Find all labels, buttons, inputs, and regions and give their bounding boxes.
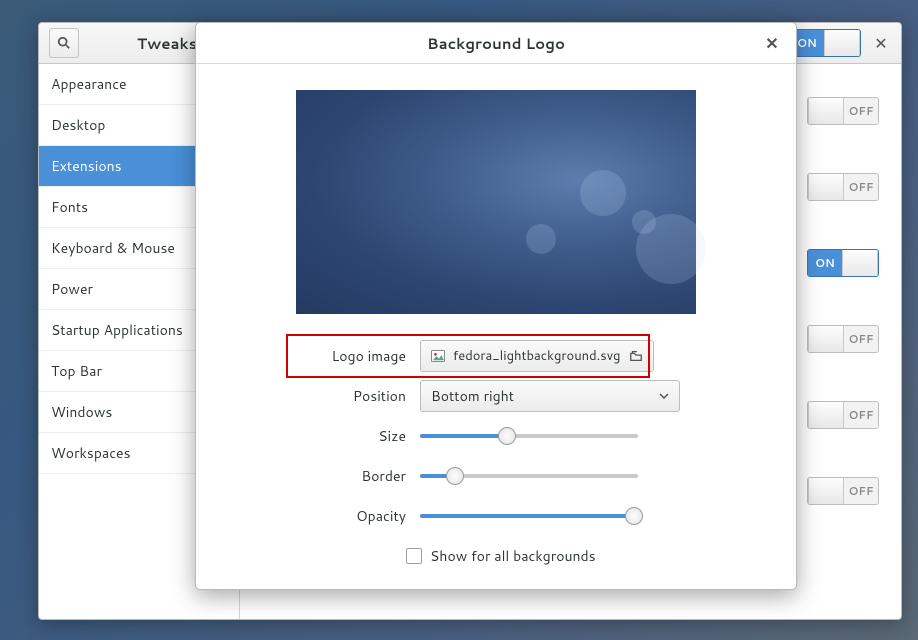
- sidebar-item-label: Extensions: [51, 156, 122, 176]
- border-label: Border: [266, 466, 420, 486]
- extension-toggle[interactable]: OFF: [807, 97, 879, 125]
- sidebar-item-label: Appearance: [51, 74, 127, 94]
- border-slider[interactable]: [420, 468, 638, 484]
- extension-toggle[interactable]: ON: [807, 249, 879, 277]
- dialog-body: Logo image fedora_lightbackground.svg Po…: [196, 64, 796, 576]
- toggle-off-label: OFF: [844, 326, 878, 352]
- sidebar-item-label: Workspaces: [51, 443, 131, 463]
- open-file-icon: [629, 349, 643, 363]
- toggle-off-label: OFF: [844, 98, 878, 124]
- dialog-close-button[interactable]: ✕: [758, 23, 786, 63]
- search-button[interactable]: [49, 28, 79, 58]
- dialog-title: Background Logo: [427, 33, 565, 54]
- toggle-knob: [824, 30, 860, 56]
- extension-toggle[interactable]: OFF: [807, 325, 879, 353]
- window-close-button[interactable]: ✕: [867, 29, 895, 57]
- opacity-row: Opacity: [266, 496, 726, 536]
- sidebar-item-label: Power: [51, 279, 93, 299]
- sidebar-item-label: Windows: [51, 402, 112, 422]
- sidebar-item-label: Desktop: [51, 115, 105, 135]
- show-all-row: Show for all backgrounds: [266, 536, 726, 576]
- position-row: Position Bottom right: [266, 376, 726, 416]
- dialog-form: Logo image fedora_lightbackground.svg Po…: [266, 336, 726, 576]
- toggle-off-label: OFF: [844, 174, 878, 200]
- master-toggle[interactable]: ON OFF: [789, 29, 861, 57]
- slider-thumb[interactable]: [498, 427, 516, 445]
- size-label: Size: [266, 426, 420, 446]
- close-icon: ✕: [874, 32, 887, 55]
- show-all-checkbox[interactable]: Show for all backgrounds: [406, 546, 596, 566]
- extension-toggle[interactable]: OFF: [807, 173, 879, 201]
- wallpaper-preview: [296, 90, 696, 314]
- extension-toggle[interactable]: OFF: [807, 401, 879, 429]
- sidebar-item-label: Fonts: [51, 197, 88, 217]
- show-all-label: Show for all backgrounds: [430, 546, 596, 566]
- toggle-off-label: OFF: [844, 402, 878, 428]
- sidebar-item-label: Top Bar: [51, 361, 102, 381]
- position-value: Bottom right: [431, 386, 514, 406]
- border-row: Border: [266, 456, 726, 496]
- slider-thumb[interactable]: [625, 507, 643, 525]
- checkbox-box: [406, 548, 422, 564]
- toggle-on-label: ON: [808, 250, 842, 276]
- logo-file-chooser[interactable]: fedora_lightbackground.svg: [420, 340, 654, 372]
- opacity-slider[interactable]: [420, 508, 638, 524]
- opacity-label: Opacity: [266, 506, 420, 526]
- chevron-down-icon: [659, 393, 669, 399]
- close-icon: ✕: [765, 32, 778, 55]
- sidebar-item-label: Startup Applications: [51, 320, 183, 340]
- position-combobox[interactable]: Bottom right: [420, 380, 680, 412]
- size-row: Size: [266, 416, 726, 456]
- search-icon: [57, 36, 71, 50]
- dialog-header: Background Logo ✕: [196, 23, 796, 64]
- logo-image-label: Logo image: [266, 346, 420, 366]
- logo-image-row: Logo image fedora_lightbackground.svg: [266, 336, 726, 376]
- slider-thumb[interactable]: [446, 467, 464, 485]
- position-label: Position: [266, 386, 420, 406]
- image-icon: [431, 350, 445, 362]
- logo-file-name: fedora_lightbackground.svg: [453, 347, 621, 365]
- sidebar-item-label: Keyboard & Mouse: [51, 238, 175, 258]
- toggle-off-label: OFF: [844, 478, 878, 504]
- background-logo-dialog: Background Logo ✕ Logo image fedora_ligh…: [195, 22, 797, 590]
- size-slider[interactable]: [420, 428, 638, 444]
- window-title: Tweaks: [137, 23, 197, 63]
- extension-toggle[interactable]: OFF: [807, 477, 879, 505]
